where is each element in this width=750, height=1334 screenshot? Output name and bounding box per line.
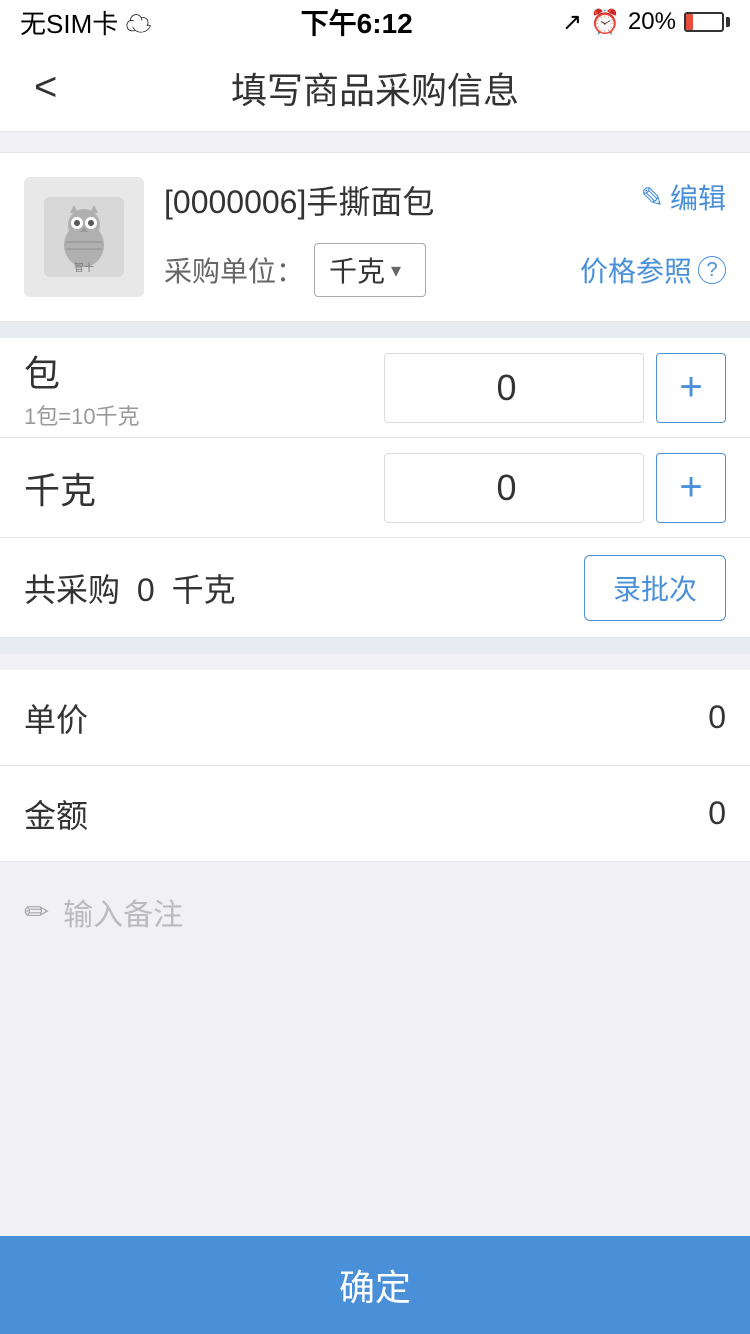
unit-label: 采购单位： [164, 250, 304, 290]
divider-band-2 [0, 638, 750, 654]
product-name: [0000006]手撕面包 [164, 177, 434, 223]
svg-text:智十: 智十 [74, 261, 94, 274]
amount-row: 金额 0 [0, 766, 750, 862]
input-section: 包 1包=10千克 + 千克 + [0, 338, 750, 538]
product-info: [0000006]手撕面包 ✎ 编辑 采购单位： 千克 ▾ 价格参照 ? [164, 177, 726, 297]
batch-button[interactable]: 录批次 [584, 555, 726, 621]
location-icon: ↗ [562, 8, 582, 37]
remark-placeholder: 输入备注 [63, 890, 183, 934]
confirm-label: 确定 [339, 1259, 411, 1311]
kg-plus-button[interactable]: + [656, 453, 726, 523]
product-logo-svg: 智十 [44, 197, 124, 277]
status-left: 无SIM卡 ☁ [20, 4, 151, 41]
summary-value: 0 [137, 572, 155, 608]
amount-value: 0 [708, 795, 726, 832]
price-ref-button[interactable]: 价格参照 ? [580, 250, 726, 290]
bao-plus-button[interactable]: + [656, 353, 726, 423]
price-ref-help-icon: ? [698, 256, 726, 284]
product-unit-row: 采购单位： 千克 ▾ 价格参照 ? [164, 243, 726, 297]
bao-label: 包 [24, 345, 184, 397]
summary-unit: 千克 [172, 572, 236, 608]
unit-price-row: 单价 0 [0, 670, 750, 766]
amount-label: 金额 [24, 791, 88, 837]
unit-value: 千克 [329, 250, 385, 290]
product-image: 智十 [24, 177, 144, 297]
page-title: 填写商品采购信息 [231, 62, 519, 114]
bao-label-group: 包 1包=10千克 [24, 345, 184, 431]
edit-icon: ✎ [641, 181, 664, 214]
pencil-icon: ✏ [24, 895, 49, 930]
summary-row: 共采购 0 千克 录批次 [0, 538, 750, 638]
summary-text: 共采购 0 千克 [24, 565, 236, 611]
bao-input-wrapper: + [184, 353, 726, 423]
chevron-down-icon: ▾ [391, 258, 401, 283]
bao-input[interactable] [384, 353, 644, 423]
status-time: 下午6:12 [301, 2, 413, 42]
kg-input-wrapper: + [184, 453, 726, 523]
no-sim-label: 无SIM卡 ☁ [20, 4, 151, 41]
kg-input-row: 千克 + [0, 438, 750, 538]
battery-percent: 20% [628, 8, 676, 36]
product-header: [0000006]手撕面包 ✎ 编辑 [164, 177, 726, 223]
status-right: ↗ ⏰ 20% [562, 8, 730, 37]
edit-button[interactable]: ✎ 编辑 [641, 177, 726, 217]
summary-prefix: 共采购 [24, 572, 120, 608]
status-bar: 无SIM卡 ☁ 下午6:12 ↗ ⏰ 20% [0, 0, 750, 44]
kg-input[interactable] [384, 453, 644, 523]
back-button[interactable]: < [24, 55, 67, 120]
unit-dropdown[interactable]: 千克 ▾ [314, 243, 426, 297]
kg-label-group: 千克 [24, 462, 184, 514]
edit-label: 编辑 [670, 177, 726, 217]
bottom-spacer [0, 962, 750, 1242]
kg-label: 千克 [24, 462, 184, 514]
confirm-button[interactable]: 确定 [0, 1236, 750, 1334]
unit-price-value: 0 [708, 699, 726, 736]
bao-input-row: 包 1包=10千克 + [0, 338, 750, 438]
divider-band-1 [0, 322, 750, 338]
unit-price-label: 单价 [24, 695, 88, 741]
price-ref-label: 价格参照 [580, 250, 692, 290]
product-card: 智十 [0000006]手撕面包 ✎ 编辑 采购单位： 千克 ▾ 价格参照 ? [0, 152, 750, 322]
battery-icon [684, 12, 730, 32]
nav-bar: < 填写商品采购信息 [0, 44, 750, 132]
price-section: 单价 0 金额 0 [0, 670, 750, 862]
remark-section[interactable]: ✏ 输入备注 [0, 862, 750, 962]
bao-sub-label: 1包=10千克 [24, 399, 184, 431]
alarm-icon: ⏰ [590, 8, 620, 37]
